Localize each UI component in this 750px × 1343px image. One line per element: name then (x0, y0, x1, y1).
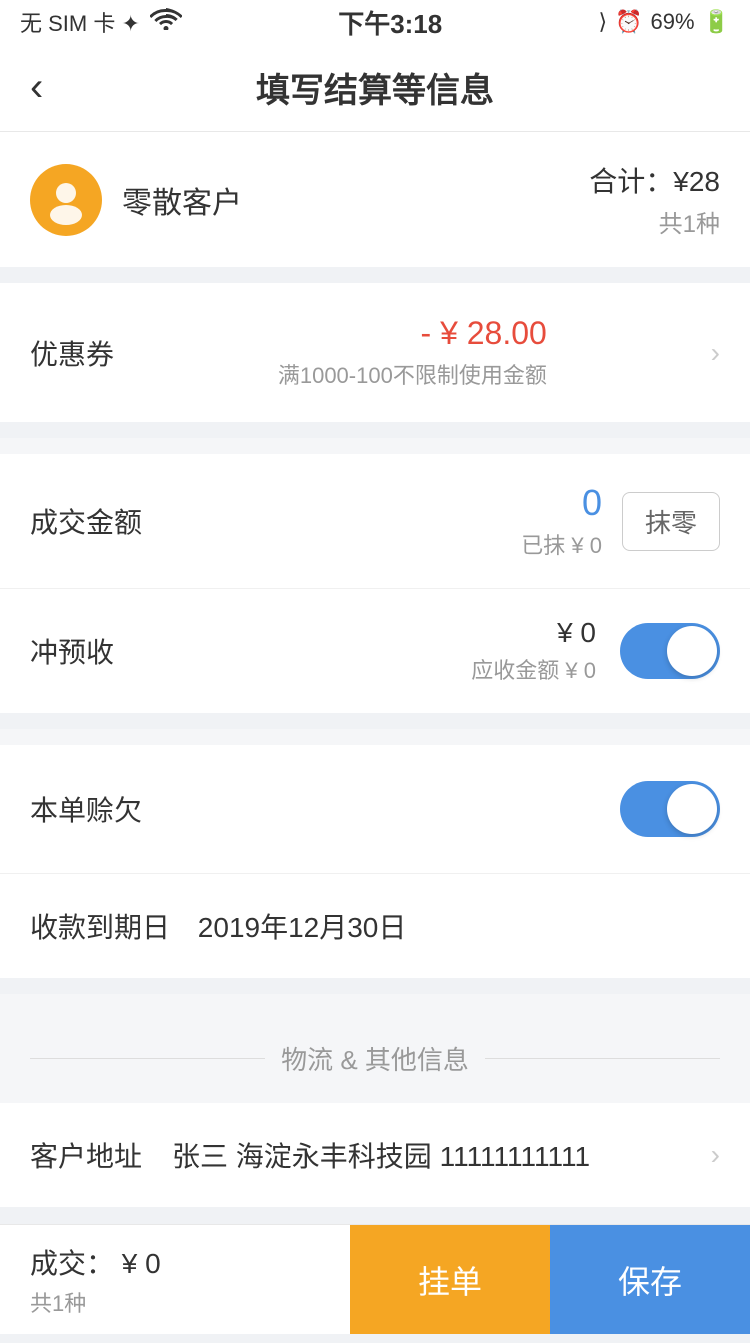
hang-order-button[interactable]: 挂单 (350, 1225, 550, 1334)
customer-card: 零散客户 合计：¥28 共1种 (0, 132, 750, 267)
round-zero-button[interactable]: 抹零 (622, 492, 720, 551)
duedate-value[interactable]: 2019年12月30日 (198, 912, 407, 943)
total-amount: 合计：¥28 (589, 160, 720, 200)
back-button[interactable]: ‹ (30, 65, 43, 110)
avatar (30, 164, 102, 236)
coupon-amount: - ¥ 28.00 (278, 315, 547, 352)
divider-bg-2 (0, 729, 750, 745)
customer-right: 合计：¥28 共1种 (589, 160, 720, 239)
deal-amount-value[interactable]: 0 (521, 482, 602, 524)
logistics-label: 物流 & 其他信息 (281, 1040, 469, 1077)
debt-section: 本单赊欠 (0, 745, 750, 873)
battery-label: 69% (651, 9, 695, 35)
duedate-label: 收款到期日 (30, 912, 170, 943)
coupon-right: - ¥ 28.00 满1000-100不限制使用金额 (278, 315, 547, 390)
debt-toggle[interactable] (620, 781, 720, 837)
debt-toggle-knob (667, 784, 717, 834)
status-left: 无 SIM 卡 ✦ (20, 6, 182, 38)
debt-label: 本单赊欠 (30, 789, 142, 829)
coupon-desc: 满1000-100不限制使用金额 (278, 358, 547, 390)
prereceive-amounts: ¥ 0 应收金额 ¥ 0 (471, 617, 596, 685)
customer-row: 零散客户 合计：¥28 共1种 (0, 132, 750, 267)
toggle-knob (667, 626, 717, 676)
divider-bg-1 (0, 438, 750, 454)
save-button[interactable]: 保存 (550, 1225, 750, 1334)
logistics-line-right (485, 1058, 720, 1059)
prereceive-toggle[interactable] (620, 623, 720, 679)
page-title: 填写结算等信息 (256, 63, 494, 112)
customer-left: 零散客户 (30, 164, 242, 236)
prereceive-main-value: ¥ 0 (471, 617, 596, 649)
bottom-deal-value: ¥ 0 (122, 1248, 161, 1279)
divider-bg-3 (0, 994, 750, 1018)
customer-name: 零散客户 (122, 178, 242, 222)
hang-order-label: 挂单 (418, 1257, 482, 1303)
bottom-count: 共1种 (30, 1286, 320, 1318)
status-right: ⟩ ⏰ 69% 🔋 (599, 9, 730, 35)
bottom-deal-label: 成交： ¥ 0 (30, 1242, 320, 1282)
duedate-section: 收款到期日 2019年12月30日 (0, 873, 750, 978)
deal-amount-right: 0 已抹 ¥ 0 抹零 (521, 482, 720, 560)
logistics-line-left (30, 1058, 265, 1059)
prereceive-right: ¥ 0 应收金额 ¥ 0 (471, 617, 720, 685)
save-label: 保存 (618, 1257, 682, 1303)
debt-card: 本单赊欠 收款到期日 2019年12月30日 (0, 745, 750, 978)
bottom-deal-text: 成交： (30, 1248, 114, 1279)
location-icon: ⟩ (599, 9, 608, 35)
nav-bar: ‹ 填写结算等信息 (0, 44, 750, 132)
coupon-label: 优惠券 (30, 333, 114, 373)
sim-label: 无 SIM 卡 ✦ (20, 6, 140, 38)
status-bar: 无 SIM 卡 ✦ 下午3:18 ⟩ ⏰ 69% 🔋 (0, 0, 750, 44)
alarm-icon: ⏰ (615, 9, 642, 35)
prereceive-label: 冲预收 (30, 631, 114, 671)
prereceive-sub-value: 应收金额 ¥ 0 (471, 653, 596, 685)
deal-amount-card: 成交金额 0 已抹 ¥ 0 抹零 冲预收 ¥ 0 应收金额 ¥ 0 (0, 454, 750, 713)
coupon-chevron-icon: › (711, 337, 720, 369)
address-section[interactable]: 客户地址 张三 海淀永丰科技园 11111111111 › (0, 1103, 750, 1207)
content-area: 零散客户 合计：¥28 共1种 优惠券 - ¥ 28.00 满1000-100不… (0, 132, 750, 1343)
bottom-bar: 成交： ¥ 0 共1种 挂单 保存 (0, 1224, 750, 1334)
address-card[interactable]: 客户地址 张三 海淀永丰科技园 11111111111 › (0, 1103, 750, 1207)
address-value: 张三 海淀永丰科技园 11111111111 (172, 1135, 711, 1175)
status-time: 下午3:18 (338, 4, 442, 41)
coupon-card[interactable]: 优惠券 - ¥ 28.00 满1000-100不限制使用金额 › (0, 283, 750, 422)
deal-amount-sub: 已抹 ¥ 0 (521, 528, 602, 560)
address-label: 客户地址 (30, 1135, 142, 1175)
bottom-info: 成交： ¥ 0 共1种 (0, 1225, 350, 1334)
address-chevron-icon: › (711, 1139, 720, 1171)
deal-amount-label: 成交金额 (30, 501, 142, 541)
deal-amount-section: 成交金额 0 已抹 ¥ 0 抹零 (0, 454, 750, 589)
prereceive-section: 冲预收 ¥ 0 应收金额 ¥ 0 (0, 589, 750, 713)
logistics-divider: 物流 & 其他信息 (0, 1018, 750, 1099)
wifi-icon (150, 8, 182, 36)
total-count: 共1种 (589, 204, 720, 239)
coupon-section[interactable]: 优惠券 - ¥ 28.00 满1000-100不限制使用金额 › (0, 283, 750, 422)
battery-icon: 🔋 (703, 9, 730, 35)
